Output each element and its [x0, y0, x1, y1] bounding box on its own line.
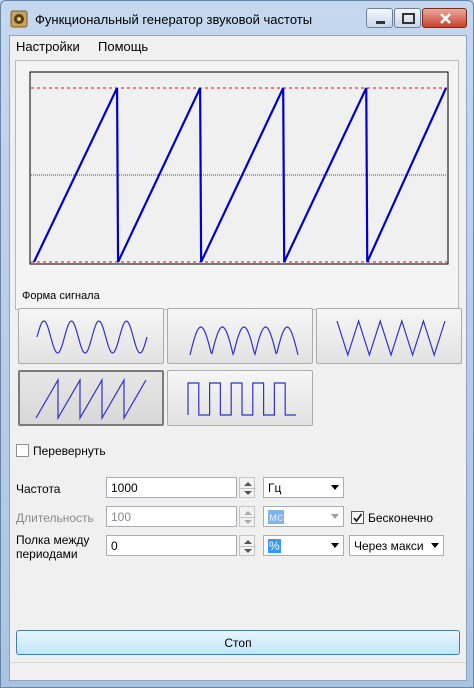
pause-unit-value: %	[268, 539, 281, 553]
minimize-button[interactable]	[366, 8, 393, 28]
square-wave-icon	[187, 382, 296, 416]
rectified-sine-wave-icon	[189, 326, 299, 357]
frequency-unit-value: Гц	[268, 481, 282, 495]
spinner-arrows-icon	[240, 482, 256, 495]
maximize-icon	[402, 13, 415, 24]
sine-wave-icon	[36, 320, 148, 354]
checkmark-icon	[353, 513, 363, 523]
speaker-app-icon	[10, 10, 28, 28]
invert-checkbox[interactable]	[16, 444, 29, 457]
title-bar[interactable]: Функциональный генератор звуковой частот…	[1, 1, 473, 35]
duration-input[interactable]: 100	[106, 506, 237, 527]
wave-rectified-sine-button[interactable]	[167, 308, 313, 364]
client-area: Настройки Помощь Форма сигнала Переверну…	[9, 35, 467, 681]
menu-bar: Настройки Помощь	[10, 36, 466, 56]
menu-settings[interactable]: Настройки	[16, 39, 80, 54]
wave-triangle-button[interactable]	[316, 308, 462, 364]
pause-mode-select[interactable]: Через макси	[349, 535, 444, 556]
chevron-down-icon	[431, 543, 439, 548]
infinite-label: Бесконечно	[368, 511, 434, 525]
app-window: Функциональный генератор звуковой частот…	[0, 0, 474, 688]
duration-label: Длительность	[16, 511, 94, 525]
window-title: Функциональный генератор звуковой частот…	[35, 12, 313, 27]
close-icon	[440, 13, 451, 24]
menu-help[interactable]: Помощь	[98, 39, 148, 54]
frequency-unit-select[interactable]: Гц	[263, 477, 344, 498]
invert-label: Перевернуть	[33, 444, 106, 458]
spinner-arrows-icon	[240, 511, 256, 524]
duration-unit-value: мс	[268, 510, 285, 524]
frequency-input[interactable]: 1000	[106, 477, 237, 498]
waveform-group-title: Форма сигнала	[22, 290, 100, 302]
stop-button[interactable]: Стоп	[16, 630, 460, 655]
wave-sawtooth-button[interactable]	[18, 370, 164, 426]
frequency-label: Частота	[16, 482, 61, 496]
pause-input[interactable]: 0	[106, 535, 237, 556]
plot-frame	[29, 71, 449, 265]
pause-unit-select[interactable]: %	[263, 535, 344, 556]
spinner-arrows-icon	[240, 540, 256, 553]
duration-spinner[interactable]	[239, 506, 256, 527]
frequency-spinner[interactable]	[239, 477, 256, 498]
wave-sine-button[interactable]	[18, 308, 164, 364]
pause-spinner[interactable]	[239, 535, 256, 556]
waveform-plot	[29, 71, 449, 265]
pause-label-line2: периодами	[16, 547, 78, 561]
minimize-icon	[376, 21, 385, 24]
triangle-wave-icon	[336, 319, 446, 357]
close-button[interactable]	[422, 8, 467, 28]
wave-square-button[interactable]	[167, 370, 313, 426]
chevron-down-icon	[331, 543, 339, 548]
chevron-down-icon	[331, 514, 339, 519]
maximize-button[interactable]	[394, 8, 421, 28]
pause-mode-value: Через макси	[354, 539, 424, 553]
status-bar	[10, 662, 466, 680]
sawtooth-wave-icon	[35, 377, 147, 421]
oscilloscope-display	[15, 60, 459, 310]
pause-label-line1: Полка между	[16, 533, 90, 547]
duration-unit-select[interactable]: мс	[263, 506, 344, 527]
chevron-down-icon	[331, 485, 339, 490]
infinite-checkbox[interactable]	[351, 511, 364, 524]
